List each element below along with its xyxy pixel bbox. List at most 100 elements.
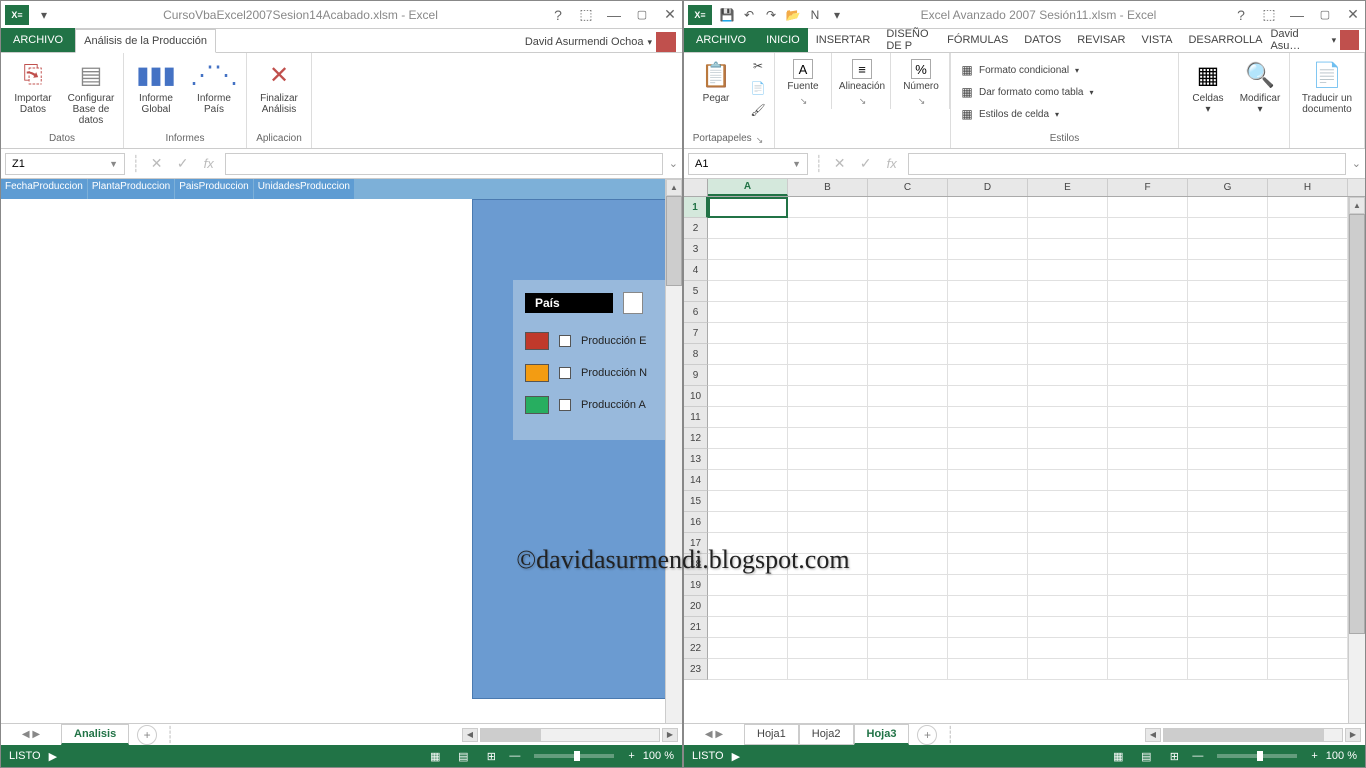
cell[interactable] [1188, 218, 1268, 239]
cell[interactable] [1268, 281, 1348, 302]
help-icon[interactable]: ? [1229, 3, 1253, 27]
cell[interactable] [1028, 659, 1108, 680]
hscroll-thumb[interactable] [481, 729, 541, 741]
minimize-icon[interactable]: — [1285, 3, 1309, 27]
checkbox[interactable] [559, 399, 571, 411]
cell[interactable] [948, 659, 1028, 680]
cell[interactable] [1188, 344, 1268, 365]
cell[interactable] [708, 638, 788, 659]
dialog-launcher-icon[interactable]: ↘ [756, 135, 764, 146]
ribbon-tab[interactable]: REVISAR [1069, 28, 1133, 52]
cell[interactable] [1108, 491, 1188, 512]
cell[interactable] [1268, 407, 1348, 428]
formula-input-left[interactable] [225, 153, 663, 175]
column-header[interactable]: C [868, 179, 948, 196]
cell[interactable] [1188, 386, 1268, 407]
cell[interactable] [1108, 512, 1188, 533]
user-info-left[interactable]: David Asurmendi Ochoa ▾ [525, 32, 682, 52]
cell[interactable] [708, 428, 788, 449]
ribbon-tab[interactable]: FÓRMULAS [939, 28, 1016, 52]
sheet-tab[interactable]: Hoja2 [799, 724, 854, 745]
vertical-scrollbar-left[interactable]: ▲ [665, 179, 682, 723]
row-header[interactable]: 23 [684, 659, 708, 680]
row-header[interactable]: 17 [684, 533, 708, 554]
normal-view-icon[interactable]: ▦ [425, 748, 445, 764]
cell[interactable] [1188, 575, 1268, 596]
qat-button[interactable]: 📂 [782, 4, 804, 26]
add-sheet-button[interactable]: + [137, 725, 157, 745]
cell[interactable] [948, 323, 1028, 344]
cell[interactable] [868, 344, 948, 365]
cell[interactable] [1028, 575, 1108, 596]
cell[interactable] [948, 512, 1028, 533]
cell[interactable] [1028, 491, 1108, 512]
expand-formula-icon[interactable]: ⌄ [669, 157, 678, 170]
cell[interactable] [708, 407, 788, 428]
cell[interactable] [1188, 302, 1268, 323]
scroll-thumb[interactable] [666, 196, 682, 286]
cell[interactable] [948, 533, 1028, 554]
cell[interactable] [1188, 596, 1268, 617]
cell[interactable] [1108, 575, 1188, 596]
cell[interactable] [1108, 323, 1188, 344]
row-header[interactable]: 10 [684, 386, 708, 407]
qat-button[interactable]: 💾 [716, 4, 738, 26]
maximize-icon[interactable]: ▢ [1313, 3, 1337, 27]
cell[interactable] [708, 218, 788, 239]
cell[interactable] [1108, 218, 1188, 239]
ribbon-display-icon[interactable]: ⬚ [1257, 3, 1281, 27]
cell[interactable] [788, 386, 868, 407]
cell[interactable] [788, 533, 868, 554]
ribbon-button[interactable]: 🔍Modificar▾ [1235, 55, 1285, 119]
cell[interactable] [708, 596, 788, 617]
ribbon-small-button[interactable]: 📄 [746, 77, 770, 99]
cell[interactable] [1188, 491, 1268, 512]
qat-button[interactable]: ↶ [738, 4, 760, 26]
cell[interactable] [1188, 617, 1268, 638]
row-header[interactable]: 18 [684, 554, 708, 575]
cell[interactable] [788, 512, 868, 533]
cell[interactable] [1028, 638, 1108, 659]
cell[interactable] [868, 638, 948, 659]
cell[interactable] [948, 491, 1028, 512]
cell[interactable] [1188, 323, 1268, 344]
cell[interactable] [1268, 491, 1348, 512]
zoom-slider[interactable] [1217, 754, 1297, 758]
cell[interactable] [868, 281, 948, 302]
cell[interactable] [1028, 428, 1108, 449]
row-header[interactable]: 13 [684, 449, 708, 470]
cell[interactable] [948, 575, 1028, 596]
accept-formula-icon[interactable]: ✓ [856, 155, 876, 172]
cell[interactable] [708, 323, 788, 344]
cell[interactable] [1028, 302, 1108, 323]
cell[interactable] [948, 365, 1028, 386]
cancel-formula-icon[interactable]: ✕ [147, 155, 167, 172]
cell[interactable] [1108, 239, 1188, 260]
ribbon-tab[interactable]: INICIO [758, 28, 808, 52]
row-header[interactable]: 8 [684, 344, 708, 365]
translate-button[interactable]: 📄 Traducir undocumento [1294, 55, 1360, 119]
ribbon-tab[interactable]: DATOS [1016, 28, 1069, 52]
cell[interactable] [1028, 470, 1108, 491]
cell[interactable] [708, 554, 788, 575]
panel-input-pais[interactable] [623, 292, 643, 314]
row-header[interactable]: 1 [684, 197, 708, 218]
user-info-right[interactable]: David Asu… ▾ [1270, 28, 1365, 52]
cell[interactable] [788, 197, 868, 218]
cell[interactable] [1108, 302, 1188, 323]
cell[interactable] [1188, 428, 1268, 449]
dialog-launcher-icon[interactable]: ↘ [918, 96, 926, 107]
help-icon[interactable]: ? [546, 3, 570, 27]
cell[interactable] [948, 596, 1028, 617]
cell[interactable] [1188, 407, 1268, 428]
cell[interactable] [788, 659, 868, 680]
cell[interactable] [708, 470, 788, 491]
cell[interactable] [708, 617, 788, 638]
cell[interactable] [708, 575, 788, 596]
cell[interactable] [1108, 260, 1188, 281]
ribbon-tab[interactable]: DISEÑO DE P [878, 28, 939, 52]
row-header[interactable]: 14 [684, 470, 708, 491]
cell[interactable] [868, 575, 948, 596]
zoom-out-icon[interactable]: — [1192, 750, 1203, 762]
cell[interactable] [1268, 533, 1348, 554]
